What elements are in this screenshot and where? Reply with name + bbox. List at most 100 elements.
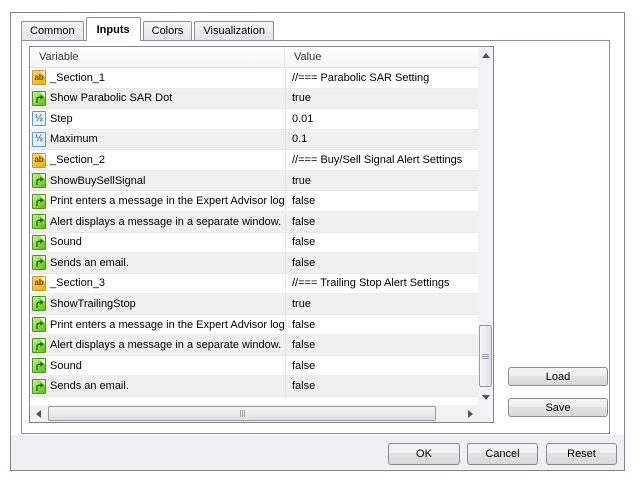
param-variable-cell: Print enters a message in the Expert Adv… (30, 191, 285, 211)
column-header-value[interactable]: Value (285, 47, 478, 67)
param-variable-cell: Sound (30, 233, 285, 253)
table-row[interactable]: Alert displays a message in a separate w… (30, 335, 478, 356)
param-value[interactable]: false (285, 355, 478, 376)
cancel-button[interactable]: Cancel (467, 443, 538, 465)
column-header-variable[interactable]: Variable (30, 47, 285, 67)
param-value[interactable]: true (285, 88, 478, 109)
param-value[interactable]: false (285, 335, 478, 355)
param-variable-label: _Section_2 (50, 154, 106, 167)
string-icon: ab (32, 70, 46, 86)
table-row[interactable]: Sends an email. false (30, 376, 478, 397)
params-table: Variable Value ab _Section_1 //=== Parabol… (29, 46, 494, 423)
param-variable-cell: ½ Step (30, 109, 285, 129)
scroll-down-button[interactable] (478, 389, 493, 405)
param-variable-cell: Show Parabolic SAR Dot (30, 89, 285, 109)
right-arrow-icon (467, 409, 473, 418)
load-button[interactable]: Load (508, 367, 608, 386)
reset-button[interactable]: Reset (546, 443, 617, 465)
param-value[interactable]: false (285, 232, 478, 253)
page-fold-corner (40, 174, 45, 180)
page-fold-corner (40, 194, 45, 200)
tab-common[interactable]: Common (21, 21, 84, 40)
param-value[interactable]: false (285, 253, 478, 273)
scrollbar-corner (478, 405, 493, 422)
string-icon: ab (32, 152, 46, 168)
param-value[interactable]: 0.01 (285, 109, 478, 129)
param-value[interactable]: true (285, 170, 478, 191)
param-variable-cell: ab _Section_2 (30, 150, 285, 170)
param-variable-cell: ab _Section_1 (30, 68, 285, 88)
left-arrow-icon (35, 409, 41, 418)
page-fold-corner (40, 71, 45, 77)
param-value[interactable]: false (285, 211, 478, 232)
page-fold-corner (40, 112, 45, 118)
tab-bar: Common Inputs Colors Visualization (21, 17, 276, 41)
param-value[interactable]: false (285, 376, 478, 396)
table-row[interactable]: ½ Maximum 0.1 (30, 129, 478, 151)
table-row[interactable]: ab _Section_1 //=== Parabolic SAR Setting (30, 68, 478, 89)
page-fold-corner (40, 379, 45, 385)
scroll-left-button[interactable] (30, 405, 46, 422)
page-fold-corner (40, 359, 45, 365)
table-row[interactable]: Show Parabolic SAR Dot true (30, 88, 478, 110)
table-row[interactable]: ShowBuySellSignal true (30, 170, 478, 192)
bool-icon (32, 234, 46, 250)
param-value[interactable]: //=== Buy/Sell Signal Alert Settings (285, 150, 478, 170)
param-value[interactable]: //=== Parabolic SAR Setting (285, 68, 478, 88)
param-value[interactable]: false (285, 191, 478, 211)
expert-properties-dialog: Common Inputs Colors Visualization Variable… (10, 12, 625, 471)
page-fold-corner (40, 91, 45, 97)
save-button[interactable]: Save (508, 398, 608, 417)
param-value[interactable]: false (285, 314, 478, 335)
param-variable-label: Sends an email. (50, 380, 129, 393)
param-value[interactable]: true (285, 294, 478, 314)
ok-button[interactable]: OK (388, 443, 460, 465)
table-body: ab _Section_1//=== Parabolic SAR Setting S… (30, 68, 478, 397)
param-variable-label: Alert displays a message in a separate w… (50, 339, 282, 352)
string-icon: ab (32, 275, 46, 291)
scroll-up-button[interactable] (478, 47, 493, 63)
table-row[interactable]: ab _Section_2 //=== Buy/Sell Signal Alert … (30, 150, 478, 171)
param-variable-label: Print enters a message in the Expert Adv… (50, 318, 285, 331)
bool-icon (32, 337, 46, 353)
table-row[interactable]: ab _Section_3 //=== Trailing Stop Alert Se… (30, 273, 478, 295)
param-variable-label: _Section_3 (50, 277, 106, 290)
vertical-scrollbar[interactable] (478, 47, 493, 405)
page-fold-corner (40, 276, 45, 282)
param-variable-label: Sound (50, 359, 82, 372)
table-row[interactable]: Sends an email. false (30, 253, 478, 274)
table-row[interactable]: Print enters a message in the Expert Adv… (30, 191, 478, 212)
param-variable-label: _Section_1 (50, 71, 106, 84)
number-icon: ½ (32, 131, 46, 147)
page-fold-corner (40, 235, 45, 241)
table-row[interactable]: ½ Step 0.01 (30, 109, 478, 130)
param-variable-label: Print enters a message in the Expert Adv… (50, 195, 285, 208)
tab-inputs[interactable]: Inputs (85, 17, 141, 41)
bool-icon (32, 378, 46, 394)
param-variable-cell: Sound (30, 356, 285, 376)
page-fold-corner (40, 153, 45, 159)
scroll-right-button[interactable] (462, 405, 478, 422)
param-value[interactable]: //=== Trailing Stop Alert Settings (285, 273, 478, 294)
dialog-button-strip: OK Cancel Reset (11, 435, 624, 470)
param-variable-label: Alert displays a message in a separate w… (50, 215, 282, 228)
table-row[interactable]: Sound false (30, 232, 478, 254)
page-fold-corner (40, 215, 45, 221)
horizontal-scrollbar-thumb[interactable] (48, 406, 436, 421)
page-fold-corner (40, 132, 45, 138)
table-row[interactable]: Sound false (30, 355, 478, 377)
param-variable-cell: Alert displays a message in a separate w… (30, 335, 285, 355)
vertical-scrollbar-thumb[interactable] (479, 325, 492, 387)
table-row[interactable]: ShowTrailingStop true (30, 294, 478, 315)
table-row[interactable]: Alert displays a message in a separate w… (30, 211, 478, 233)
horizontal-scrollbar[interactable] (30, 405, 478, 422)
number-icon: ½ (32, 111, 46, 127)
page-fold-corner (40, 318, 45, 324)
param-variable-cell: Sends an email. (30, 376, 285, 396)
tab-visualization[interactable]: Visualization (194, 21, 274, 40)
tab-colors[interactable]: Colors (142, 21, 193, 40)
tab-panel-inputs: Variable Value ab _Section_1 //=== Parabol… (21, 40, 610, 434)
page-fold-corner (40, 256, 45, 262)
param-value[interactable]: 0.1 (285, 129, 478, 150)
table-row[interactable]: Print enters a message in the Expert Adv… (30, 314, 478, 336)
